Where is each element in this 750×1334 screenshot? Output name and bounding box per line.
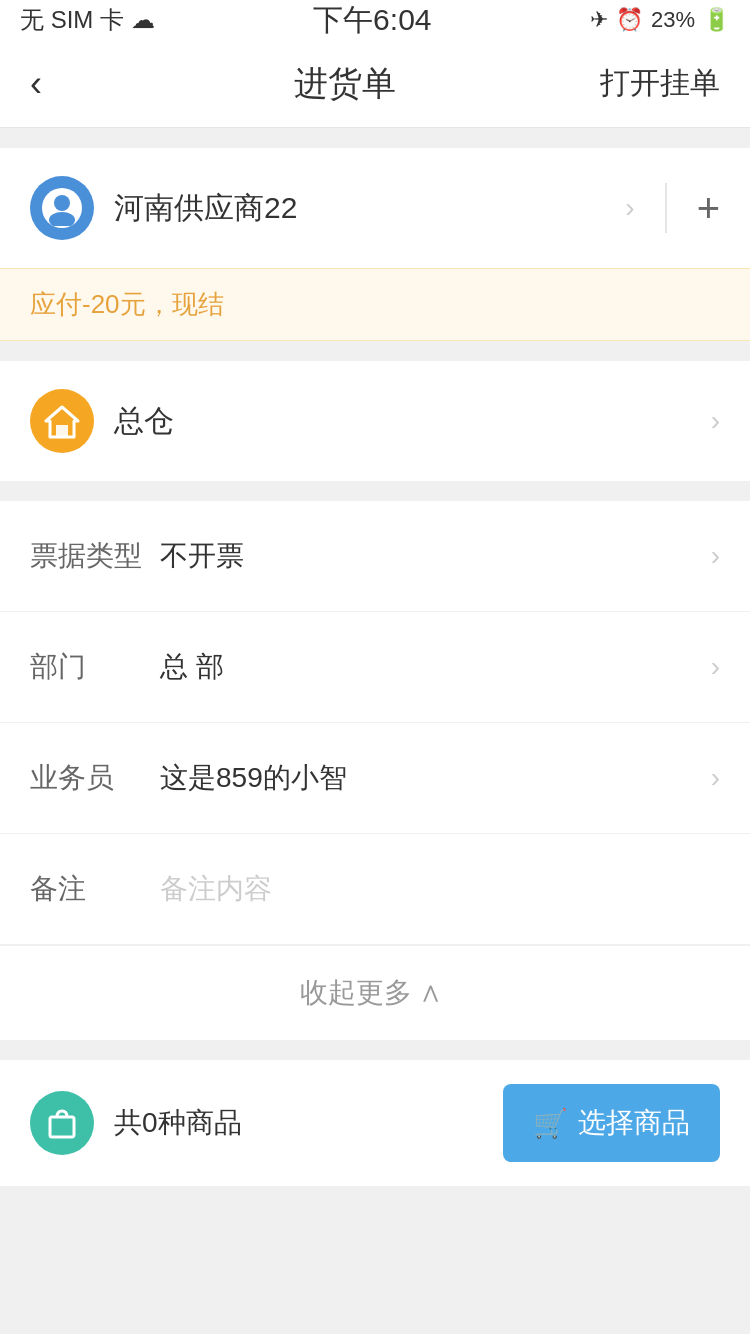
- page-bottom: [0, 1186, 750, 1334]
- select-product-button[interactable]: 🛒 选择商品: [503, 1084, 720, 1162]
- add-supplier-button[interactable]: +: [697, 186, 720, 231]
- shopping-bag-icon: [44, 1105, 80, 1141]
- supplier-card: 河南供应商22 › + 应付-20元，现结: [0, 148, 750, 341]
- invoice-type-label: 票据类型: [30, 537, 160, 575]
- salesperson-chevron-icon: ›: [711, 762, 720, 794]
- remark-row[interactable]: 备注 备注内容: [0, 834, 750, 945]
- open-pending-button[interactable]: 打开挂单: [600, 63, 720, 104]
- svg-point-1: [49, 212, 75, 226]
- warehouse-name: 总仓: [114, 401, 711, 442]
- invoice-type-chevron-icon: ›: [711, 540, 720, 572]
- back-button[interactable]: ‹: [30, 63, 90, 105]
- department-chevron-icon: ›: [711, 651, 720, 683]
- bottom-bar: 共0种商品 🛒 选择商品: [0, 1060, 750, 1186]
- svg-rect-4: [50, 1117, 74, 1137]
- location-icon: ✈: [590, 7, 608, 33]
- collapse-row[interactable]: 收起更多 ∧: [0, 945, 750, 1040]
- department-value: 总 部: [160, 648, 711, 686]
- status-bar: 无 SIM 卡 ☁ 下午6:04 ✈ ⏰ 23% 🔋: [0, 0, 750, 40]
- supplier-name: 河南供应商22: [114, 188, 625, 229]
- supplier-row[interactable]: 河南供应商22 › +: [0, 148, 750, 268]
- battery-icon: 🔋: [703, 7, 730, 33]
- svg-rect-3: [56, 425, 68, 437]
- supplier-avatar: [30, 176, 94, 240]
- invoice-type-row[interactable]: 票据类型 不开票 ›: [0, 501, 750, 612]
- cart-icon: 🛒: [533, 1107, 568, 1140]
- salesperson-value: 这是859的小智: [160, 759, 711, 797]
- remark-label: 备注: [30, 870, 160, 908]
- product-count: 共0种商品: [114, 1104, 503, 1142]
- department-row[interactable]: 部门 总 部 ›: [0, 612, 750, 723]
- nav-bar: ‹ 进货单 打开挂单: [0, 40, 750, 128]
- product-icon: [30, 1091, 94, 1155]
- sim-indicator: 无 SIM 卡 ☁: [20, 4, 155, 36]
- avatar-icon: [42, 188, 82, 228]
- alarm-icon: ⏰: [616, 7, 643, 33]
- form-section: 票据类型 不开票 › 部门 总 部 › 业务员 这是859的小智 › 备注 备注…: [0, 501, 750, 1040]
- status-left: 无 SIM 卡 ☁: [20, 4, 155, 36]
- content: 河南供应商22 › + 应付-20元，现结 总仓 › 票据类型 不开票 › 部: [0, 128, 750, 1334]
- divider: [665, 183, 667, 233]
- warehouse-icon: [30, 389, 94, 453]
- notice-text: 应付-20元，现结: [30, 289, 224, 319]
- invoice-type-value: 不开票: [160, 537, 711, 575]
- person-icon: [44, 190, 80, 226]
- home-icon: [44, 403, 80, 439]
- status-right: ✈ ⏰ 23% 🔋: [590, 7, 730, 33]
- salesperson-label: 业务员: [30, 759, 160, 797]
- section-gap-1: [0, 128, 750, 148]
- notice-bar: 应付-20元，现结: [0, 268, 750, 341]
- warehouse-chevron-icon: ›: [711, 405, 720, 437]
- battery-level: 23%: [651, 7, 695, 33]
- collapse-label: 收起更多 ∧: [300, 974, 443, 1012]
- remark-input[interactable]: 备注内容: [160, 870, 720, 908]
- page-title: 进货单: [294, 61, 396, 107]
- salesperson-row[interactable]: 业务员 这是859的小智 ›: [0, 723, 750, 834]
- svg-point-0: [54, 195, 70, 211]
- department-label: 部门: [30, 648, 160, 686]
- status-time: 下午6:04: [313, 0, 431, 41]
- warehouse-row[interactable]: 总仓 ›: [0, 361, 750, 481]
- supplier-chevron-icon: ›: [625, 192, 634, 224]
- select-product-label: 选择商品: [578, 1104, 690, 1142]
